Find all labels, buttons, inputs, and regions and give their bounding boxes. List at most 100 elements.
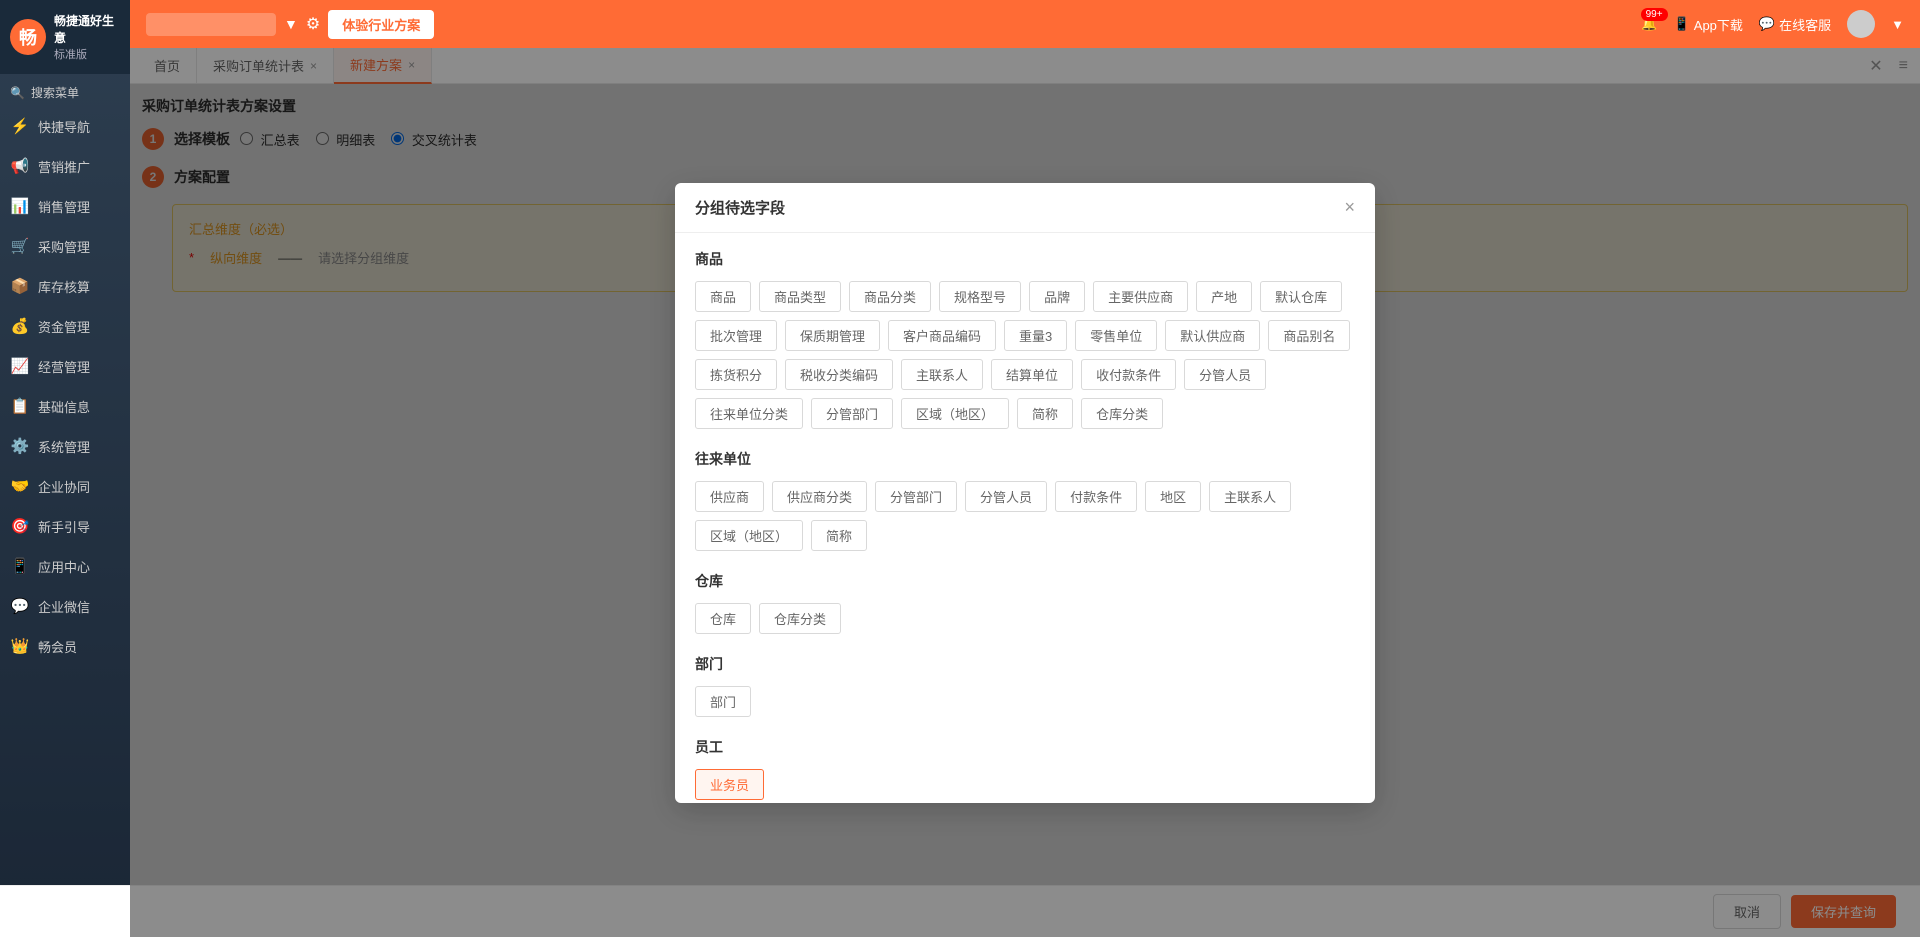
field-tag-retail-unit[interactable]: 零售单位 bbox=[1075, 320, 1157, 351]
field-tag-expiry-mgmt[interactable]: 保质期管理 bbox=[785, 320, 880, 351]
modal-close-button[interactable]: × bbox=[1344, 198, 1355, 216]
search-icon: 🔍 bbox=[10, 86, 25, 100]
sidebar-item-guide[interactable]: 🎯 新手引导 bbox=[0, 506, 130, 546]
field-tag-department[interactable]: 部门 bbox=[695, 686, 751, 717]
inventory-icon: 📦 bbox=[10, 276, 30, 296]
sidebar-item-finance[interactable]: 💰 资金管理 bbox=[0, 306, 130, 346]
guide-icon: 🎯 bbox=[10, 516, 30, 536]
sidebar-item-basic-info[interactable]: 📋 基础信息 bbox=[0, 386, 130, 426]
field-tag-short-name2[interactable]: 简称 bbox=[811, 520, 867, 551]
section-employee: 员工 业务员 bbox=[695, 737, 1355, 800]
sidebar-item-app-center[interactable]: 📱 应用中心 bbox=[0, 546, 130, 586]
field-tag-area2[interactable]: 区域（地区） bbox=[695, 520, 803, 551]
sidebar-item-label: 企业协同 bbox=[38, 477, 90, 496]
field-tag-salesperson[interactable]: 业务员 bbox=[695, 769, 764, 800]
header: ▼ ⚙ 体验行业方案 🔔 99+ 📱 App下载 💬 在线客服 ▼ bbox=[130, 0, 1920, 48]
field-tag-region[interactable]: 地区 bbox=[1145, 481, 1201, 512]
notification-badge: 99+ bbox=[1641, 8, 1668, 21]
sidebar-item-wechat[interactable]: 💬 企业微信 bbox=[0, 586, 130, 626]
member-icon: 👑 bbox=[10, 636, 30, 656]
section-warehouse-tags: 仓库 仓库分类 bbox=[695, 603, 1355, 634]
avatar[interactable] bbox=[1847, 10, 1875, 38]
field-tag-brand[interactable]: 品牌 bbox=[1029, 281, 1085, 312]
sidebar-item-purchase[interactable]: 🛒 采购管理 bbox=[0, 226, 130, 266]
sidebar-item-operations[interactable]: 📈 经营管理 bbox=[0, 346, 130, 386]
field-tag-default-warehouse[interactable]: 默认仓库 bbox=[1260, 281, 1342, 312]
logo-title: 畅捷通好生意 bbox=[54, 12, 120, 46]
field-tag-unit-from[interactable]: 往来单位分类 bbox=[695, 398, 803, 429]
field-tag-main-supplier[interactable]: 主要供应商 bbox=[1093, 281, 1188, 312]
section-department-title: 部门 bbox=[695, 654, 1355, 674]
section-goods-tags: 商品 商品类型 商品分类 规格型号 品牌 主要供应商 产地 默认仓库 批次管理 … bbox=[695, 281, 1355, 429]
field-tag-goods-category[interactable]: 商品分类 bbox=[849, 281, 931, 312]
section-partner-tags: 供应商 供应商分类 分管部门 分管人员 付款条件 地区 主联系人 区域（地区） … bbox=[695, 481, 1355, 551]
section-partner-title: 往来单位 bbox=[695, 449, 1355, 469]
section-warehouse-title: 仓库 bbox=[695, 571, 1355, 591]
mobile-icon: 📱 bbox=[1674, 16, 1690, 32]
header-dropdown-icon[interactable]: ▼ bbox=[284, 16, 298, 32]
sidebar-item-marketing[interactable]: 📢 营销推广 bbox=[0, 146, 130, 186]
field-tag-main-contact2[interactable]: 主联系人 bbox=[1209, 481, 1291, 512]
sidebar-item-label: 系统管理 bbox=[38, 437, 90, 456]
experience-btn[interactable]: 体验行业方案 bbox=[328, 10, 434, 39]
field-tag-batch-mgmt[interactable]: 批次管理 bbox=[695, 320, 777, 351]
purchase-icon: 🛒 bbox=[10, 236, 30, 256]
header-search-input[interactable] bbox=[146, 13, 276, 36]
sidebar-item-inventory[interactable]: 📦 库存核算 bbox=[0, 266, 130, 306]
field-tag-main-contact[interactable]: 主联系人 bbox=[901, 359, 983, 390]
service-icon: 💬 bbox=[1759, 16, 1775, 32]
header-left: ▼ ⚙ 体验行业方案 bbox=[146, 10, 434, 39]
chevron-down-icon[interactable]: ▼ bbox=[1891, 17, 1904, 32]
field-tag-spec-type[interactable]: 规格型号 bbox=[939, 281, 1021, 312]
sidebar-logo[interactable]: 畅 畅捷通好生意 标准版 bbox=[0, 0, 130, 74]
field-tag-goods-type[interactable]: 商品类型 bbox=[759, 281, 841, 312]
field-tag-dept[interactable]: 分管部门 bbox=[875, 481, 957, 512]
sidebar-item-label: 企业微信 bbox=[38, 597, 90, 616]
sidebar-item-sales[interactable]: 📊 销售管理 bbox=[0, 186, 130, 226]
header-right: 🔔 99+ 📱 App下载 💬 在线客服 ▼ bbox=[1641, 10, 1904, 38]
online-service-label: 在线客服 bbox=[1779, 15, 1831, 34]
sidebar-item-member[interactable]: 👑 畅会员 bbox=[0, 626, 130, 666]
sidebar-search[interactable]: 🔍 搜索菜单 bbox=[0, 74, 130, 106]
field-tag-dept-manage[interactable]: 分管部门 bbox=[811, 398, 893, 429]
field-tag-origin[interactable]: 产地 bbox=[1196, 281, 1252, 312]
sales-icon: 📊 bbox=[10, 196, 30, 216]
field-tag-pay-terms[interactable]: 付款条件 bbox=[1055, 481, 1137, 512]
field-tag-area-region[interactable]: 区域（地区） bbox=[901, 398, 1009, 429]
cooperation-icon: 🤝 bbox=[10, 476, 30, 496]
field-select-modal: 分组待选字段 × 商品 商品 商品类型 商品分类 规格型号 品牌 主要供应商 产… bbox=[675, 183, 1375, 803]
field-tag-short-name[interactable]: 简称 bbox=[1017, 398, 1073, 429]
marketing-icon: 📢 bbox=[10, 156, 30, 176]
section-department: 部门 部门 bbox=[695, 654, 1355, 717]
field-tag-default-supplier[interactable]: 默认供应商 bbox=[1165, 320, 1260, 351]
sidebar-item-label: 资金管理 bbox=[38, 317, 90, 336]
sidebar-item-system[interactable]: ⚙️ 系统管理 bbox=[0, 426, 130, 466]
field-tag-warehouse[interactable]: 仓库 bbox=[695, 603, 751, 634]
field-tag-payment-terms[interactable]: 收付款条件 bbox=[1081, 359, 1176, 390]
app-center-icon: 📱 bbox=[10, 556, 30, 576]
app-download-item[interactable]: 📱 App下载 bbox=[1674, 15, 1743, 34]
sidebar-item-cooperation[interactable]: 🤝 企业协同 bbox=[0, 466, 130, 506]
field-tag-goods-alias[interactable]: 商品别名 bbox=[1268, 320, 1350, 351]
field-tag-weight3[interactable]: 重量3 bbox=[1004, 320, 1067, 351]
sidebar-item-quick-nav[interactable]: ⚡ 快捷导航 bbox=[0, 106, 130, 146]
sidebar-item-label: 基础信息 bbox=[38, 397, 90, 416]
notification-item[interactable]: 🔔 99+ bbox=[1641, 16, 1657, 32]
header-settings-icon[interactable]: ⚙ bbox=[306, 14, 320, 34]
field-tag-manager[interactable]: 分管人员 bbox=[1184, 359, 1266, 390]
sidebar-item-label: 畅会员 bbox=[38, 637, 77, 656]
online-service-item[interactable]: 💬 在线客服 bbox=[1759, 15, 1831, 34]
field-tag-picking-points[interactable]: 拣货积分 bbox=[695, 359, 777, 390]
field-tag-warehouse-category[interactable]: 仓库分类 bbox=[1081, 398, 1163, 429]
field-tag-goods[interactable]: 商品 bbox=[695, 281, 751, 312]
field-tag-settlement-unit[interactable]: 结算单位 bbox=[991, 359, 1073, 390]
field-tag-supplier-category[interactable]: 供应商分类 bbox=[772, 481, 867, 512]
field-tag-dept-person[interactable]: 分管人员 bbox=[965, 481, 1047, 512]
field-tag-customer-code[interactable]: 客户商品编码 bbox=[888, 320, 996, 351]
section-employee-title: 员工 bbox=[695, 737, 1355, 757]
field-tag-warehouse-cat[interactable]: 仓库分类 bbox=[759, 603, 841, 634]
field-tag-supplier[interactable]: 供应商 bbox=[695, 481, 764, 512]
app-download-label: App下载 bbox=[1694, 15, 1743, 34]
field-tag-tax-category-code[interactable]: 税收分类编码 bbox=[785, 359, 893, 390]
section-department-tags: 部门 bbox=[695, 686, 1355, 717]
